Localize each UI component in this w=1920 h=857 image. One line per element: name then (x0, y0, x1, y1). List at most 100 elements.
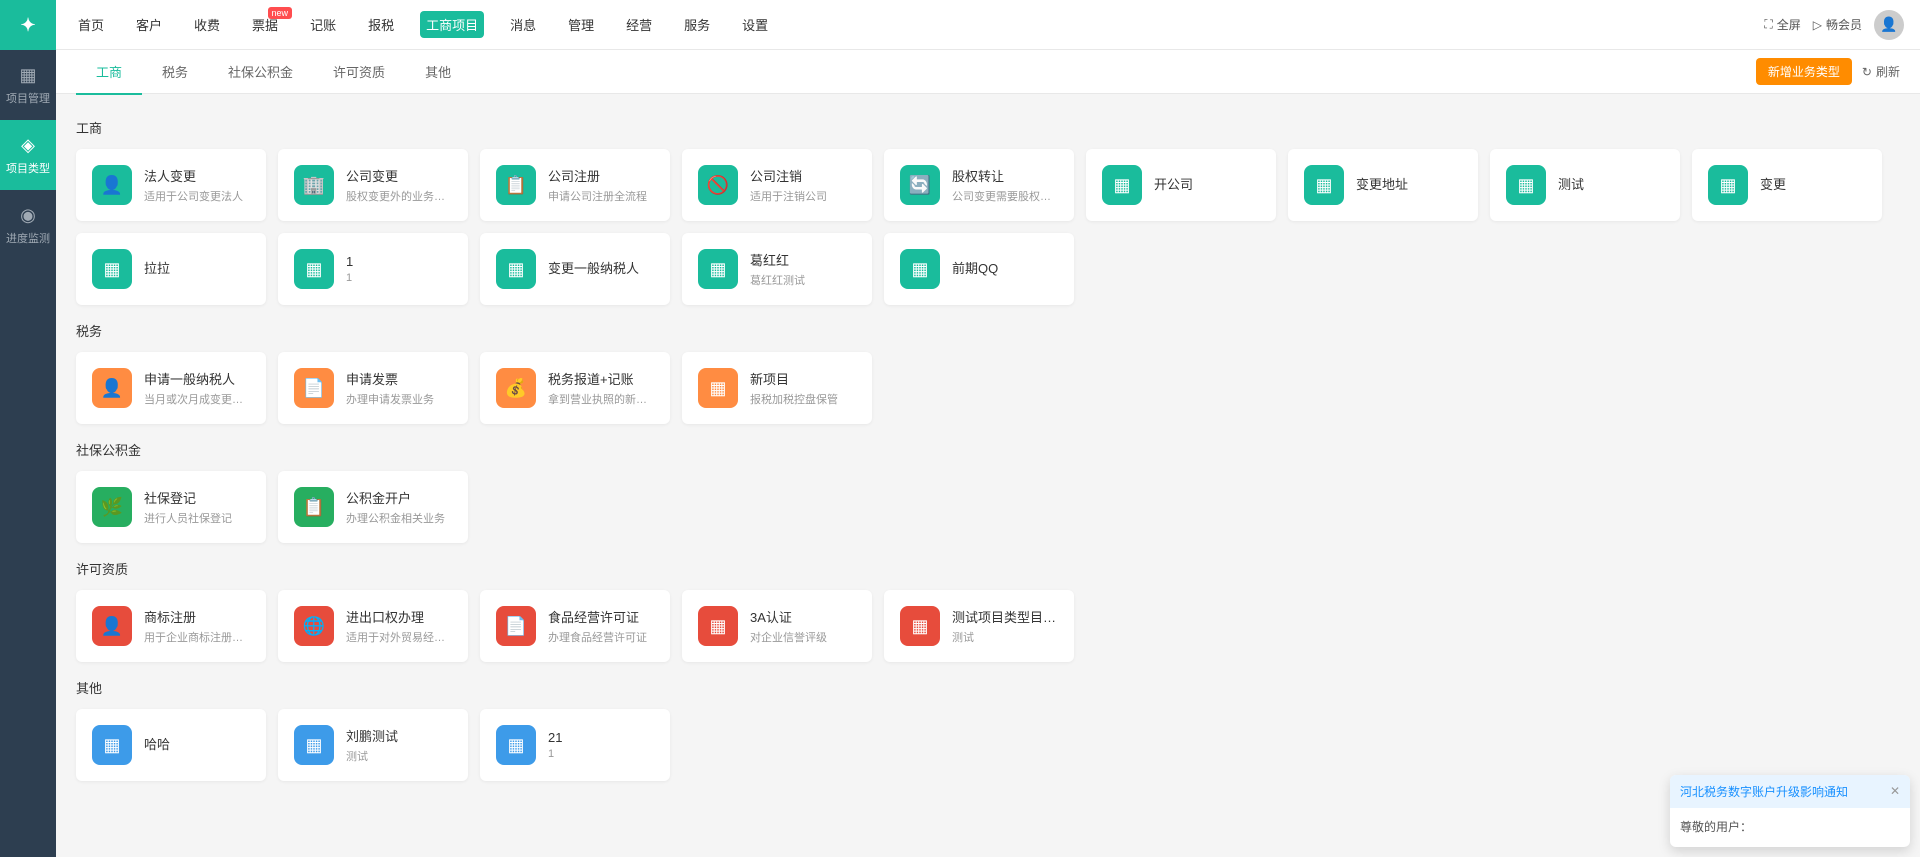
nav-tax[interactable]: 报税 (362, 11, 400, 38)
card-icon-food-permit: 📄 (496, 606, 536, 646)
card-icon-test-type: ▦ (900, 606, 940, 646)
nav-operation[interactable]: 经营 (620, 11, 658, 38)
card-lala[interactable]: ▦ 拉拉 (76, 233, 266, 305)
card-legal-change[interactable]: 👤 法人变更 适用于公司变更法人 (76, 149, 266, 221)
card-icon-3a-cert: ▦ (698, 606, 738, 646)
fullscreen-label: 全屏 (1777, 16, 1801, 33)
card-name-company-change: 公司变更 (346, 166, 452, 185)
fullscreen-icon: ⛶ (1764, 17, 1772, 32)
tab-permit[interactable]: 许可资质 (313, 50, 405, 95)
nav-settings[interactable]: 设置 (736, 11, 774, 38)
card-haha[interactable]: ▦ 哈哈 (76, 709, 266, 781)
card-company-cancel[interactable]: 🚫 公司注销 适用于注销公司 (682, 149, 872, 221)
card-import-export[interactable]: 🌐 进出口权办理 适用于对外贸易经营者 (278, 590, 468, 662)
card-apply-invoice[interactable]: 📄 申请发票 办理申请发票业务 (278, 352, 468, 424)
card-icon-social-reg: 🌿 (92, 487, 132, 527)
other-cards-grid: ▦ 哈哈 ▦ 刘鹏测试 测试 ▦ 21 (76, 709, 1900, 781)
card-tax-report-acc[interactable]: 💰 税务报道+记账 拿到营业执照的新公司 (480, 352, 670, 424)
nav-customer[interactable]: 客户 (130, 11, 168, 38)
nav-message[interactable]: 消息 (504, 11, 542, 38)
member-button[interactable]: ▷ 畅会员 (1813, 16, 1862, 33)
nav-industry[interactable]: 工商项目 (420, 11, 484, 38)
tab-social-fund[interactable]: 社保公积金 (208, 50, 313, 95)
card-company-reg[interactable]: 📋 公司注册 申请公司注册全流程 (480, 149, 670, 221)
card-name-open-company: 开公司 (1154, 174, 1260, 193)
card-change[interactable]: ▦ 变更 (1692, 149, 1882, 221)
fullscreen-button[interactable]: ⛶ 全屏 (1764, 16, 1800, 33)
nav-billing[interactable]: 收费 (188, 11, 226, 38)
card-change-address[interactable]: ▦ 变更地址 (1288, 149, 1478, 221)
tab-other[interactable]: 其他 (405, 50, 471, 95)
industry-cards-grid: 👤 法人变更 适用于公司变更法人 🏢 公司变更 股权变更外的业务变更 📋 (76, 149, 1900, 305)
section-title-other: 其他 (76, 678, 1900, 697)
card-icon-ge-honghong: ▦ (698, 249, 738, 289)
nav-ticket[interactable]: 票据 new (246, 11, 284, 38)
section-title-permit: 许可资质 (76, 559, 1900, 578)
tab-tax[interactable]: 税务 (142, 50, 208, 95)
card-icon-change-address: ▦ (1304, 165, 1344, 205)
add-type-button[interactable]: 新增业务类型 (1756, 58, 1852, 85)
card-info-change: 变更 (1760, 174, 1866, 196)
card-3a-cert[interactable]: ▦ 3A认证 对企业信誉评级 (682, 590, 872, 662)
card-info-num21: 21 1 (548, 730, 654, 760)
card-food-permit[interactable]: 📄 食品经营许可证 办理食品经营许可证 (480, 590, 670, 662)
card-icon-import-export: 🌐 (294, 606, 334, 646)
card-name-import-export: 进出口权办理 (346, 607, 452, 626)
tab-industry[interactable]: 工商 (76, 50, 142, 95)
card-num1[interactable]: ▦ 1 1 (278, 233, 468, 305)
member-label: 畅会员 (1826, 16, 1862, 33)
topnav-right: ⛶ 全屏 ▷ 畅会员 👤 (1764, 10, 1904, 40)
card-test[interactable]: ▦ 测试 (1490, 149, 1680, 221)
card-icon-test: ▦ (1506, 165, 1546, 205)
card-company-change[interactable]: 🏢 公司变更 股权变更外的业务变更 (278, 149, 468, 221)
nav-home[interactable]: 首页 (72, 11, 110, 38)
card-social-reg[interactable]: 🌿 社保登记 进行人员社保登记 (76, 471, 266, 543)
card-name-tax-report-acc: 税务报道+记账 (548, 369, 654, 388)
card-ge-honghong[interactable]: ▦ 葛红红 葛红红测试 (682, 233, 872, 305)
card-trademark-reg[interactable]: 👤 商标注册 用于企业商标注册服务 (76, 590, 266, 662)
card-prev-qq[interactable]: ▦ 前期QQ (884, 233, 1074, 305)
tax-cards-grid: 👤 申请一般纳税人 当月或次月成变更完成 📄 申请发票 办理申请发票业务 💰 (76, 352, 1900, 424)
card-liu-peng-test[interactable]: ▦ 刘鹏测试 测试 (278, 709, 468, 781)
card-icon-trademark-reg: 👤 (92, 606, 132, 646)
user-avatar[interactable]: 👤 (1874, 10, 1904, 40)
card-name-legal-change: 法人变更 (144, 166, 250, 185)
tab-bar: 工商 税务 社保公积金 许可资质 其他 新增业务类型 ↻ 刷新 (56, 50, 1920, 94)
section-title-tax: 税务 (76, 321, 1900, 340)
card-info-change-taxpayer: 变更一般纳税人 (548, 258, 654, 280)
card-desc-new-project: 报税加税控盘保管 (750, 391, 856, 407)
card-name-apply-taxpayer: 申请一般纳税人 (144, 369, 250, 388)
sidebar-label-progress-monitor: 进度监测 (6, 230, 50, 246)
card-name-ge-honghong: 葛红红 (750, 250, 856, 269)
card-name-lala: 拉拉 (144, 258, 250, 277)
sidebar-item-project-type[interactable]: ◈ 项目类型 (0, 120, 56, 190)
card-open-company[interactable]: ▦ 开公司 (1086, 149, 1276, 221)
card-desc-company-change: 股权变更外的业务变更 (346, 188, 452, 204)
card-info-lala: 拉拉 (144, 258, 250, 280)
card-apply-taxpayer[interactable]: 👤 申请一般纳税人 当月或次月成变更完成 (76, 352, 266, 424)
refresh-label: 刷新 (1876, 63, 1900, 80)
card-desc-company-reg: 申请公司注册全流程 (548, 188, 654, 204)
card-name-food-permit: 食品经营许可证 (548, 607, 654, 626)
sidebar-item-progress-monitor[interactable]: ◉ 进度监测 (0, 190, 56, 260)
nav-service[interactable]: 服务 (678, 11, 716, 38)
sidebar-item-project-mgmt[interactable]: ▦ 项目管理 (0, 50, 56, 120)
card-num21[interactable]: ▦ 21 1 (480, 709, 670, 781)
card-equity-transfer[interactable]: 🔄 股权转让 公司变更需要股权转让 (884, 149, 1074, 221)
card-desc-apply-invoice: 办理申请发票业务 (346, 391, 452, 407)
card-test-type[interactable]: ▦ 测试项目类型目定义 测试 (884, 590, 1074, 662)
card-fund-open[interactable]: 📋 公积金开户 办理公积金相关业务 (278, 471, 468, 543)
card-icon-liu-peng-test: ▦ (294, 725, 334, 765)
nav-accounting[interactable]: 记账 (304, 11, 342, 38)
card-info-tax-report-acc: 税务报道+记账 拿到营业执照的新公司 (548, 369, 654, 407)
card-info-fund-open: 公积金开户 办理公积金相关业务 (346, 488, 452, 526)
nav-admin[interactable]: 管理 (562, 11, 600, 38)
card-info-import-export: 进出口权办理 适用于对外贸易经营者 (346, 607, 452, 645)
notification-close-button[interactable]: ✕ (1890, 784, 1900, 798)
card-info-haha: 哈哈 (144, 734, 250, 756)
permit-cards-grid: 👤 商标注册 用于企业商标注册服务 🌐 进出口权办理 适用于对外贸易经营者 📄 (76, 590, 1900, 662)
notification-body: 尊敬的用户： (1670, 808, 1910, 847)
card-change-taxpayer[interactable]: ▦ 变更一般纳税人 (480, 233, 670, 305)
card-new-project[interactable]: ▦ 新项目 报税加税控盘保管 (682, 352, 872, 424)
refresh-button[interactable]: ↻ 刷新 (1862, 63, 1900, 80)
